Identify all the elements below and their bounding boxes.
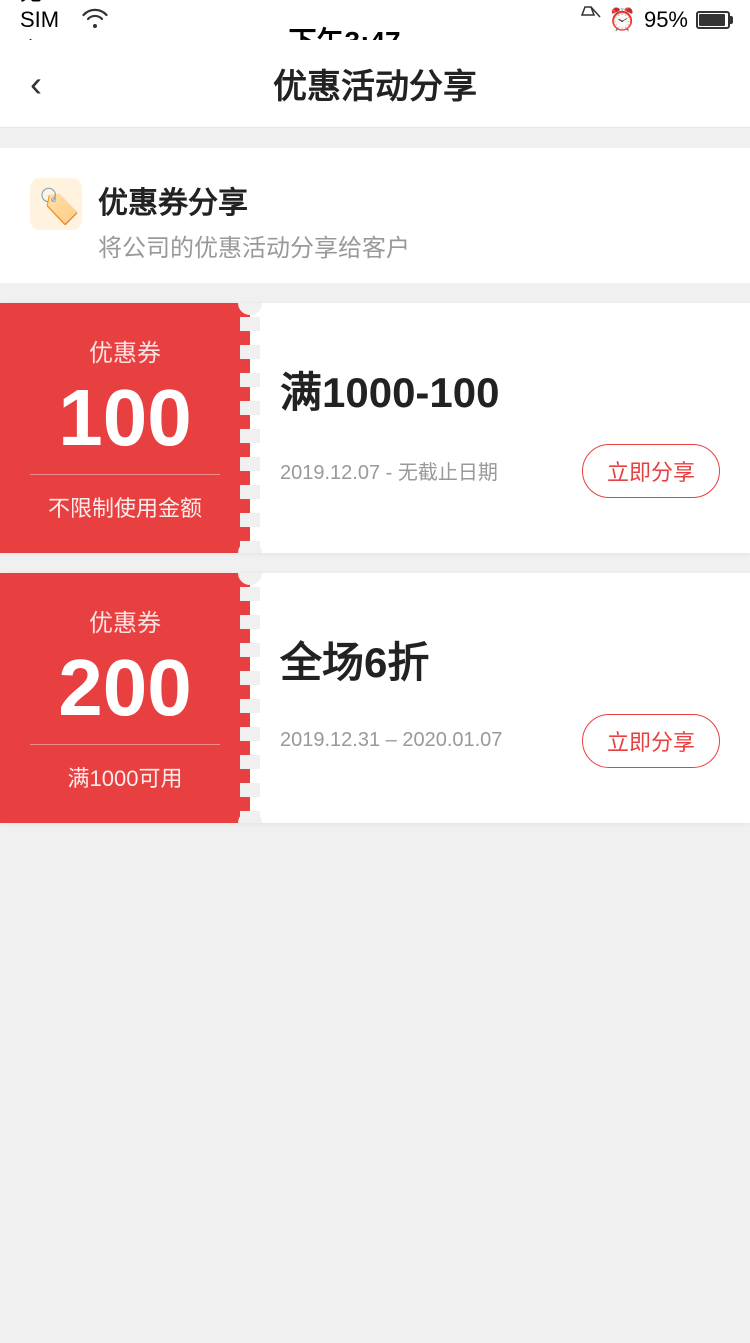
coupon-card-1: 优惠券 200 满1000可用 全场6折 2019.12.31 – 2020.0… [0, 573, 750, 823]
coupon-date-0: 2019.12.07 - 无截止日期 [280, 456, 566, 485]
section-text: 优惠券分享 将公司的优惠活动分享给客户 [98, 178, 410, 263]
section-header: 🏷️ 优惠券分享 将公司的优惠活动分享给客户 [0, 148, 750, 283]
battery-percent: 95% [644, 7, 688, 33]
section-subtitle: 将公司的优惠活动分享给客户 [98, 228, 410, 263]
nav-bar: ‹ 优惠活动分享 [0, 40, 750, 128]
coupon-left-1: 优惠券 200 满1000可用 [0, 573, 250, 823]
coupon-meta-1: 2019.12.31 – 2020.01.07 立即分享 [280, 714, 720, 768]
status-bar: 无 SIM 卡 下午3:47 ⏰ 95% [0, 0, 750, 40]
svg-text:🏷️: 🏷️ [38, 187, 80, 226]
section-title: 优惠券分享 [98, 178, 410, 222]
coupon-divider-0 [30, 474, 220, 475]
status-right: ⏰ 95% [581, 6, 730, 34]
coupon-amount-1: 200 [58, 648, 191, 728]
coupon-condition-1: 满1000可用 [68, 761, 183, 793]
coupon-label-1: 优惠券 [89, 603, 161, 638]
coupon-name-0: 满1000-100 [280, 359, 720, 420]
battery-icon [696, 11, 730, 29]
coupon-left-0: 优惠券 100 不限制使用金额 [0, 303, 250, 553]
back-button[interactable]: ‹ [30, 63, 42, 105]
coupon-right-1: 全场6折 2019.12.31 – 2020.01.07 立即分享 [250, 573, 750, 823]
coupon-name-1: 全场6折 [280, 629, 720, 690]
wifi-icon [81, 6, 109, 34]
coupon-share-icon: 🏷️ [30, 178, 82, 230]
coupon-meta-0: 2019.12.07 - 无截止日期 立即分享 [280, 444, 720, 498]
coupon-date-1: 2019.12.31 – 2020.01.07 [280, 729, 566, 752]
coupon-condition-0: 不限制使用金额 [48, 491, 202, 523]
page-title: 优惠活动分享 [273, 59, 477, 108]
coupon-card-0: 优惠券 100 不限制使用金额 满1000-100 2019.12.07 - 无… [0, 303, 750, 553]
alarm-icon: ⏰ [609, 7, 636, 33]
coupon-amount-0: 100 [58, 378, 191, 458]
coupon-label-0: 优惠券 [89, 333, 161, 368]
coupon-divider-1 [30, 744, 220, 745]
coupon-share-button-1[interactable]: 立即分享 [582, 714, 720, 768]
coupon-right-0: 满1000-100 2019.12.07 - 无截止日期 立即分享 [250, 303, 750, 553]
coupon-share-button-0[interactable]: 立即分享 [582, 444, 720, 498]
location-icon [581, 6, 601, 34]
coupon-list: 优惠券 100 不限制使用金额 满1000-100 2019.12.07 - 无… [0, 303, 750, 843]
bottom-area [0, 843, 750, 1343]
